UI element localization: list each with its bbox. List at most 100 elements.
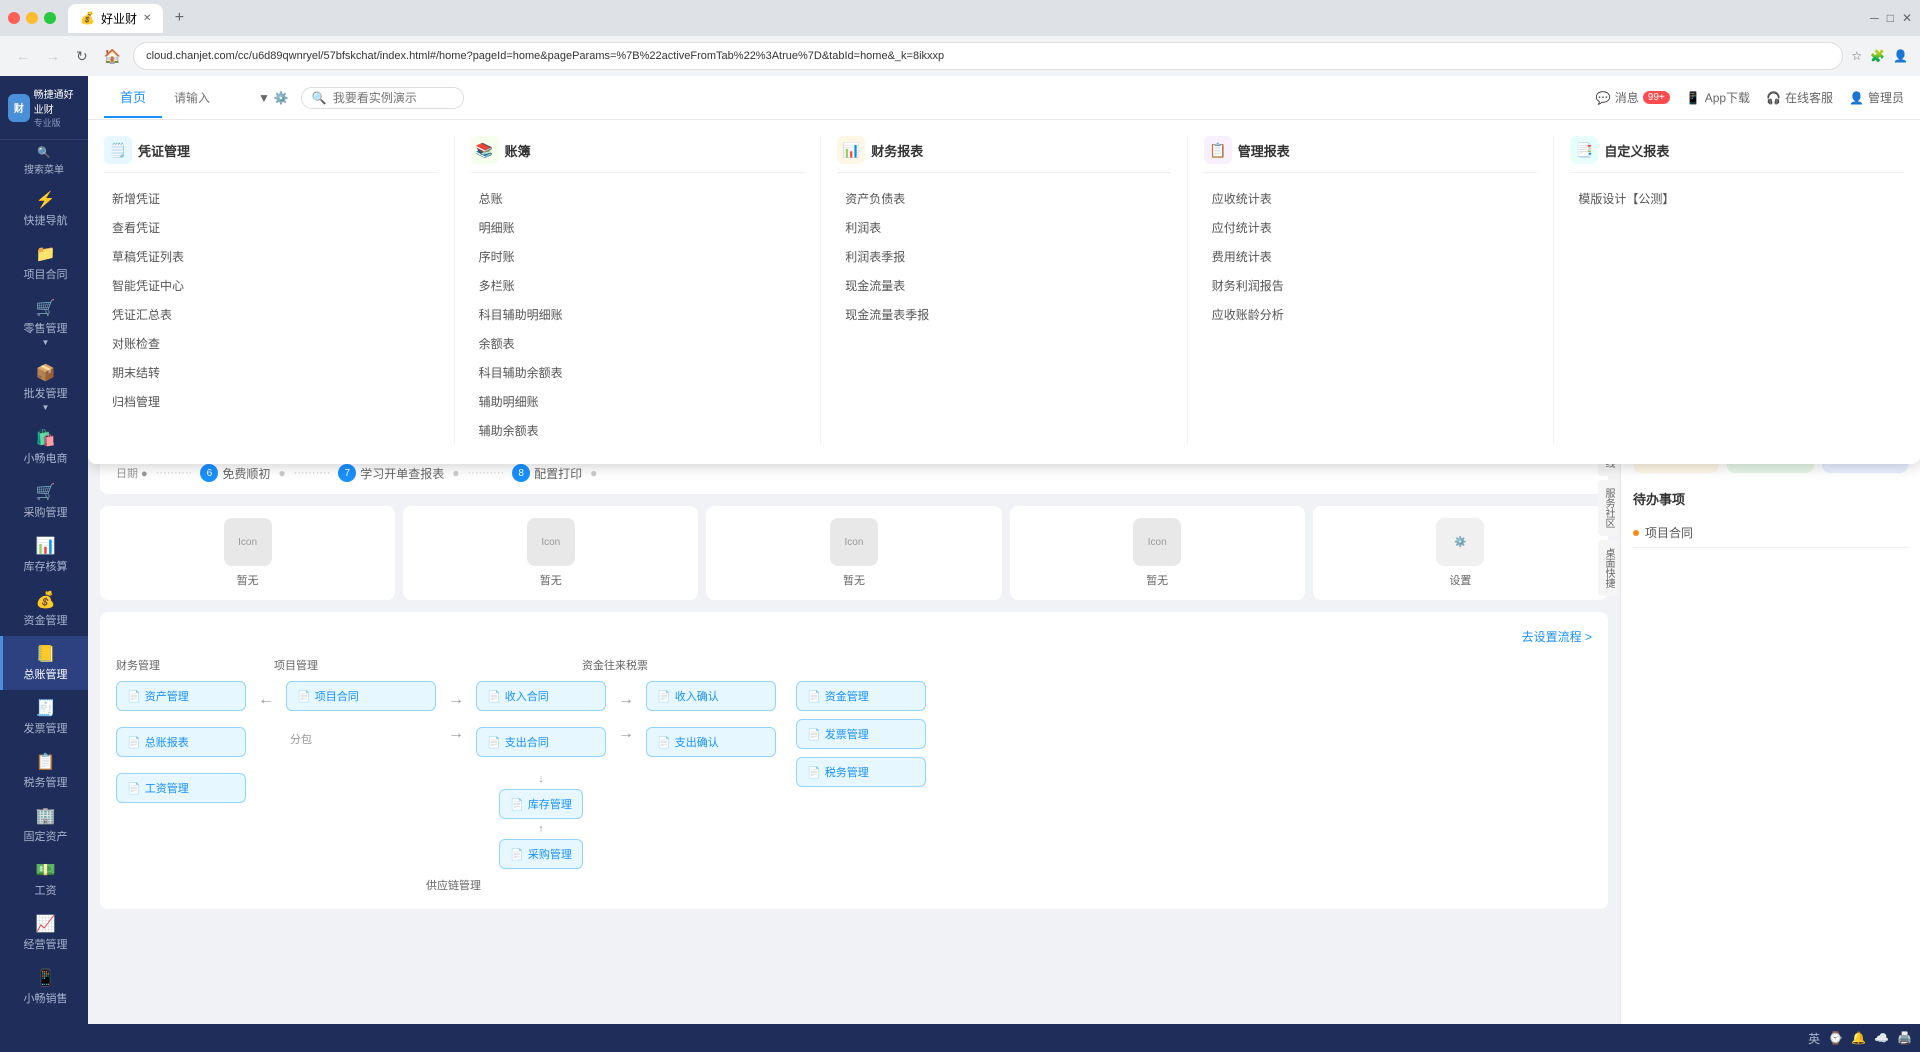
menu-archive[interactable]: 归档管理 (104, 388, 438, 415)
close-browser-icon[interactable]: ✕ (1902, 11, 1912, 25)
shortcut-desktop[interactable]: 桌面快捷 (1598, 540, 1618, 596)
company-settings-icon[interactable]: ⚙️ (274, 91, 289, 105)
wf-expense-contract[interactable]: 📄 支出合同 (476, 727, 606, 757)
user-menu-btn[interactable]: 👤 管理员 (1849, 89, 1904, 106)
taskbar-notification[interactable]: 🔔 (1851, 1031, 1866, 1045)
menu-general-ledger[interactable]: 总账 (471, 185, 805, 212)
messages-btn[interactable]: 💬 消息 99+ (1596, 89, 1670, 106)
sidebar-item-inventory[interactable]: 📊 库存核算 (0, 528, 88, 582)
sidebar-search-btn[interactable]: 🔍 搜索菜单 (0, 140, 88, 182)
tab-home[interactable]: 首页 (104, 77, 162, 118)
menu-balance-sheet[interactable]: 资产负债表 (837, 185, 1171, 212)
profile-icon[interactable]: 👤 (1893, 49, 1908, 63)
sidebar-item-fixed-assets[interactable]: 🏢 固定资产 (0, 798, 88, 852)
sidebar-item-operations[interactable]: 📈 经营管理 (0, 906, 88, 960)
sidebar-item-tax[interactable]: 📋 税务管理 (0, 744, 88, 798)
minimize-window-btn[interactable] (26, 12, 38, 24)
wf-purchase[interactable]: 📄 采购管理 (499, 839, 583, 869)
menu-cashflow[interactable]: 现金流量表 (837, 272, 1171, 299)
icon-card-2[interactable]: Icon 暂无 (403, 506, 698, 600)
menu-income-quarterly[interactable]: 利润表季报 (837, 243, 1171, 270)
sidebar-item-ecommerce[interactable]: 🛍️ 小畅电商 (0, 420, 88, 474)
wf-project-contract[interactable]: 📄 项目合同 (286, 681, 436, 711)
shortcut-service-community[interactable]: 服务社区 (1598, 480, 1618, 536)
menu-subject-aux-balance[interactable]: 科目辅助余额表 (471, 359, 805, 386)
back-btn[interactable]: ← (12, 44, 34, 68)
sidebar-item-purchase[interactable]: 🛒 采购管理 (0, 474, 88, 528)
icon-card-4[interactable]: Icon 暂无 (1010, 506, 1305, 600)
sidebar-item-sales[interactable]: 📱 小畅销售 (0, 960, 88, 1014)
menu-profit-report[interactable]: 财务利润报告 (1204, 272, 1538, 299)
menu-multi-column[interactable]: 多栏账 (471, 272, 805, 299)
menu-voucher-summary[interactable]: 凭证汇总表 (104, 301, 438, 328)
taskbar-lang[interactable]: 英 (1808, 1030, 1820, 1047)
menu-balance[interactable]: 余额表 (471, 330, 805, 357)
extension-icon[interactable]: 🧩 (1870, 49, 1885, 63)
sidebar-item-quick-nav[interactable]: ⚡ 快捷导航 (0, 182, 88, 236)
sidebar-item-project[interactable]: 📁 项目合同 (0, 236, 88, 290)
menu-view-voucher[interactable]: 查看凭证 (104, 214, 438, 241)
wf-income-confirm[interactable]: 📄 收入确认 (646, 681, 776, 711)
bookmark-icon[interactable]: ☆ (1851, 49, 1862, 63)
new-tab-btn[interactable]: + (167, 6, 191, 30)
wf-income-contract[interactable]: 📄 收入合同 (476, 681, 606, 711)
menu-aux-balance[interactable]: 辅助余额表 (471, 417, 805, 444)
online-service-btn[interactable]: 🎧 在线客服 (1766, 89, 1833, 106)
menu-payable-stats[interactable]: 应付统计表 (1204, 214, 1538, 241)
wf-general-ledger[interactable]: 📄 总账报表 (116, 727, 246, 757)
window-controls[interactable] (8, 12, 56, 24)
arrow-finance-project: ← (258, 691, 274, 709)
close-window-btn[interactable] (8, 12, 20, 24)
menu-period-close[interactable]: 期末结转 (104, 359, 438, 386)
menu-template-design[interactable]: 模版设计【公测】 (1570, 185, 1904, 212)
icon-card-3[interactable]: Icon 暂无 (706, 506, 1001, 600)
reload-btn[interactable]: ↻ (72, 44, 92, 69)
todo-dot (1633, 530, 1639, 536)
wf-asset-mgmt[interactable]: 📄 资产管理 (116, 681, 246, 711)
company-input[interactable] (174, 91, 254, 105)
minimize-browser-icon[interactable]: ─ (1870, 11, 1879, 25)
sidebar-item-retail[interactable]: 🛒 零售管理 ▼ (0, 290, 88, 355)
restore-browser-icon[interactable]: □ (1887, 11, 1894, 25)
wf-payroll[interactable]: 📄 工资管理 (116, 773, 246, 803)
menu-cashflow-quarterly[interactable]: 现金流量表季报 (837, 301, 1171, 328)
wf-tax-mgmt[interactable]: 📄 税务管理 (796, 757, 926, 787)
address-bar[interactable]: cloud.chanjet.com/cc/u6d89qwnryel/57bfsk… (133, 42, 1843, 70)
taskbar-cloud[interactable]: ☁️ (1874, 1031, 1889, 1045)
menu-aging-analysis[interactable]: 应收账龄分析 (1204, 301, 1538, 328)
app-download-btn[interactable]: 📱 App下载 (1686, 89, 1750, 106)
forward-btn[interactable]: → (42, 44, 64, 68)
icon-card-5[interactable]: ⚙️ 设置 (1313, 506, 1608, 600)
tab-close-btn[interactable]: ✕ (143, 13, 151, 24)
active-tab[interactable]: 💰 好业财 ✕ (68, 4, 163, 33)
sidebar-item-general-ledger[interactable]: 📒 总账管理 (0, 636, 88, 690)
maximize-window-btn[interactable] (44, 12, 56, 24)
sidebar-item-payroll[interactable]: 💵 工资 (0, 852, 88, 906)
icon-card-1[interactable]: Icon 暂无 (100, 506, 395, 600)
menu-account-check[interactable]: 对账检查 (104, 330, 438, 357)
menu-receivable-stats[interactable]: 应收统计表 (1204, 185, 1538, 212)
setup-flow-link[interactable]: 去设置流程 > (1522, 628, 1592, 645)
menu-detail-ledger[interactable]: 明细账 (471, 214, 805, 241)
sidebar-item-wholesale[interactable]: 📦 批发管理 ▼ (0, 355, 88, 420)
home-btn[interactable]: 🏠 (100, 44, 125, 69)
wf-expense-confirm[interactable]: 📄 支出确认 (646, 727, 776, 757)
menu-smart-voucher[interactable]: 智能凭证中心 (104, 272, 438, 299)
wf-inventory[interactable]: 📄 库存管理 (499, 789, 583, 819)
wf-capital-mgmt[interactable]: 📄 资金管理 (796, 681, 926, 711)
menu-sequential-ledger[interactable]: 序时账 (471, 243, 805, 270)
sidebar-item-capital[interactable]: 💰 资金管理 (0, 582, 88, 636)
wf-invoice-mgmt[interactable]: 📄 发票管理 (796, 719, 926, 749)
menu-aux-detail[interactable]: 辅助明细账 (471, 388, 805, 415)
company-selector[interactable]: ▼ ⚙️ (174, 91, 289, 105)
header-search[interactable]: 🔍 (301, 87, 464, 109)
menu-draft-voucher[interactable]: 草稿凭证列表 (104, 243, 438, 270)
todo-item-project[interactable]: 项目合同 (1633, 518, 1908, 548)
demo-search-input[interactable] (333, 91, 453, 105)
sidebar-item-invoice[interactable]: 🧾 发票管理 (0, 690, 88, 744)
menu-income-statement[interactable]: 利润表 (837, 214, 1171, 241)
menu-new-voucher[interactable]: 新增凭证 (104, 185, 438, 212)
menu-expense-stats[interactable]: 费用统计表 (1204, 243, 1538, 270)
menu-subject-aux[interactable]: 科目辅助明细账 (471, 301, 805, 328)
taskbar-print[interactable]: 🖨️ (1897, 1031, 1912, 1045)
